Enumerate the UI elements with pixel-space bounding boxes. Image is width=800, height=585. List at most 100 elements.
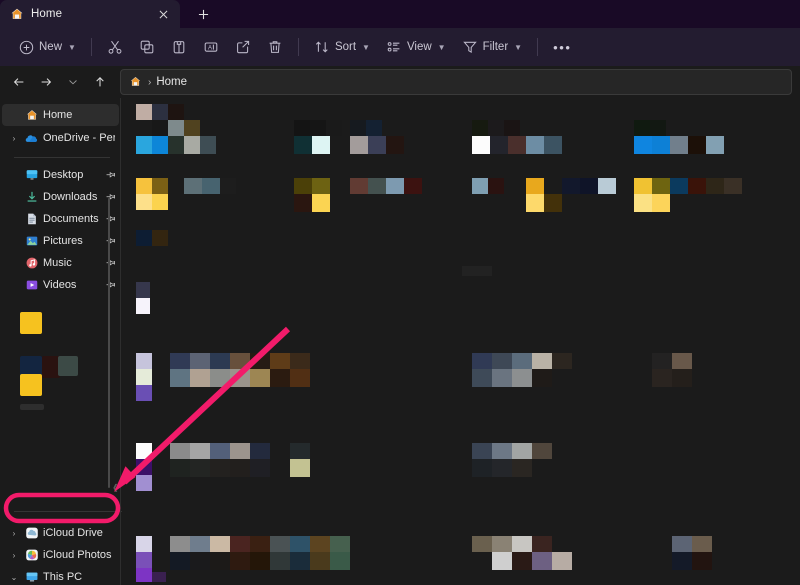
sidebar-item-home[interactable]: Home bbox=[2, 104, 119, 126]
sidebar-item-documents[interactable]: Documents bbox=[2, 208, 119, 230]
censored-block bbox=[250, 443, 270, 459]
view-button-label: View bbox=[407, 41, 432, 53]
censored-block bbox=[230, 552, 250, 570]
ellipsis-icon: ••• bbox=[553, 40, 571, 55]
pin-icon[interactable] bbox=[103, 234, 117, 248]
censored-block bbox=[526, 136, 544, 154]
censored-block bbox=[492, 552, 512, 570]
rename-button[interactable]: A bbox=[195, 33, 227, 61]
breadcrumb: Home bbox=[156, 76, 187, 88]
pin-icon[interactable] bbox=[103, 256, 117, 270]
censored-block bbox=[152, 120, 168, 136]
chevron-right-icon[interactable]: › bbox=[8, 529, 20, 538]
up-button[interactable] bbox=[87, 69, 113, 95]
chevron-down-icon[interactable]: ⌄ bbox=[8, 573, 20, 582]
share-button[interactable] bbox=[227, 33, 259, 61]
chevron-right-icon[interactable]: › bbox=[8, 551, 20, 560]
sidebar-item-label: Music bbox=[43, 257, 72, 269]
more-options-button[interactable]: ••• bbox=[545, 33, 579, 61]
new-tab-button[interactable] bbox=[190, 3, 216, 25]
censored-block bbox=[706, 136, 724, 154]
sidebar-item-pictures[interactable]: Pictures bbox=[2, 230, 119, 252]
censored-block bbox=[526, 194, 544, 212]
censored-block bbox=[250, 369, 270, 387]
censored-block bbox=[598, 178, 616, 194]
paste-button[interactable] bbox=[163, 33, 195, 61]
sidebar-item-icloud-photos[interactable]: › iCloud Photos bbox=[2, 544, 119, 566]
sidebar-item-this-pc[interactable]: ⌄ This PC bbox=[2, 566, 119, 585]
censored-block bbox=[250, 459, 270, 477]
sidebar-item-music[interactable]: Music bbox=[2, 252, 119, 274]
censored-block bbox=[404, 178, 422, 194]
chevron-down-icon: ▼ bbox=[514, 43, 522, 52]
censored-block bbox=[136, 230, 152, 246]
censored-block bbox=[492, 459, 512, 477]
chevron-right-icon[interactable]: › bbox=[8, 134, 20, 143]
close-icon[interactable] bbox=[154, 5, 172, 23]
navigation-pane[interactable]: Home › OneDrive - Persona bbox=[0, 98, 122, 585]
censored-block bbox=[492, 443, 512, 459]
censored-block bbox=[20, 312, 42, 334]
censored-block bbox=[230, 443, 250, 459]
sidebar-item-label: Desktop bbox=[43, 169, 83, 181]
file-list-view[interactable] bbox=[122, 98, 800, 585]
censored-block bbox=[170, 353, 190, 369]
censored-block bbox=[368, 178, 386, 194]
censored-block bbox=[532, 552, 552, 570]
view-list-icon bbox=[386, 39, 402, 55]
address-bar[interactable]: › Home bbox=[120, 69, 792, 95]
recent-locations-button[interactable] bbox=[60, 69, 86, 95]
copy-button[interactable] bbox=[131, 33, 163, 61]
censored-block bbox=[652, 369, 672, 387]
censored-block bbox=[270, 353, 290, 369]
sidebar-divider-2 bbox=[14, 511, 122, 512]
censored-block bbox=[672, 369, 692, 387]
censored-sidebar-region bbox=[0, 312, 108, 404]
sidebar-item-label: OneDrive - Persona bbox=[43, 132, 115, 144]
censored-block bbox=[210, 369, 230, 387]
censored-block bbox=[310, 552, 330, 570]
censored-block bbox=[652, 178, 670, 194]
pin-icon[interactable] bbox=[103, 168, 117, 182]
sidebar-item-onedrive[interactable]: › OneDrive - Persona bbox=[2, 127, 119, 149]
censored-block bbox=[250, 536, 270, 552]
filter-button[interactable]: Filter ▼ bbox=[454, 33, 530, 61]
censored-block bbox=[294, 194, 312, 212]
censored-block bbox=[58, 356, 78, 376]
censored-block bbox=[366, 120, 382, 136]
back-button[interactable] bbox=[6, 69, 32, 95]
funnel-icon bbox=[462, 39, 478, 55]
censored-block bbox=[386, 136, 404, 154]
censored-block bbox=[136, 369, 152, 385]
sidebar-item-desktop[interactable]: Desktop bbox=[2, 164, 119, 186]
cut-button[interactable] bbox=[99, 33, 131, 61]
censored-block bbox=[170, 536, 190, 552]
new-button[interactable]: New ▼ bbox=[10, 33, 84, 61]
delete-button[interactable] bbox=[259, 33, 291, 61]
tab-home[interactable]: Home bbox=[0, 0, 180, 28]
toolbar-divider bbox=[91, 38, 92, 56]
forward-button[interactable] bbox=[33, 69, 59, 95]
pin-icon[interactable] bbox=[103, 212, 117, 226]
sidebar-item-videos[interactable]: Videos bbox=[2, 274, 119, 296]
new-button-label: New bbox=[39, 41, 62, 53]
censored-block bbox=[136, 104, 152, 120]
censored-block bbox=[724, 178, 742, 194]
sidebar-resize-grip[interactable]: ❰ bbox=[112, 483, 119, 492]
sidebar-scrollbar[interactable] bbox=[108, 198, 110, 488]
scissors-icon bbox=[107, 39, 123, 55]
sort-button[interactable]: Sort ▼ bbox=[306, 33, 378, 61]
censored-block bbox=[210, 459, 230, 477]
navigation-bar: › Home bbox=[0, 66, 800, 98]
view-button[interactable]: View ▼ bbox=[378, 33, 454, 61]
censored-block bbox=[552, 353, 572, 369]
censored-block bbox=[136, 536, 152, 552]
pane-splitter[interactable] bbox=[120, 98, 121, 585]
censored-block bbox=[270, 536, 290, 552]
pin-icon[interactable] bbox=[103, 190, 117, 204]
pin-icon[interactable] bbox=[103, 278, 117, 292]
sidebar-item-icloud-drive[interactable]: › iCloud Drive bbox=[2, 522, 119, 544]
plus-circle-icon bbox=[18, 39, 34, 55]
censored-block bbox=[634, 194, 652, 212]
sidebar-item-downloads[interactable]: Downloads bbox=[2, 186, 119, 208]
